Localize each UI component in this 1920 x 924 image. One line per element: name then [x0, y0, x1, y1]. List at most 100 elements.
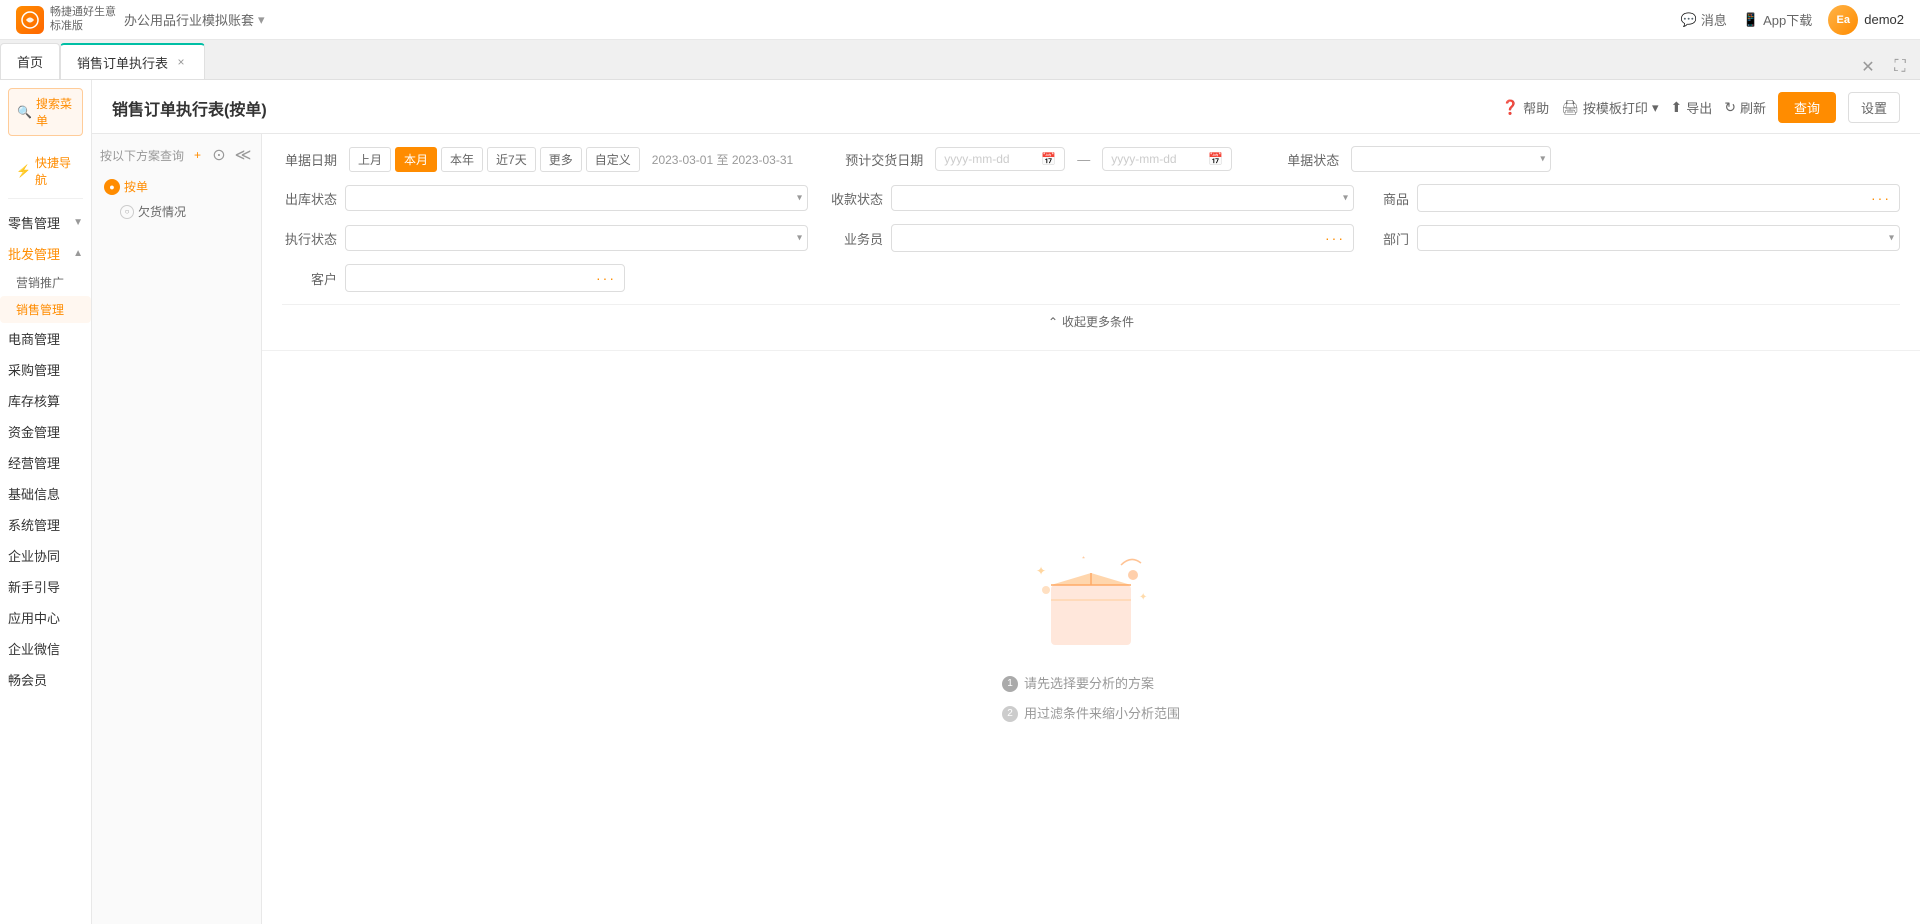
sidebar-item-system[interactable]: 系统管理 [0, 509, 91, 540]
svg-text:✦: ✦ [1036, 564, 1046, 578]
plan-item-label: 按单 [124, 178, 148, 195]
date-separator: — [1077, 152, 1090, 167]
plan-panel: 按以下方案查询 + ⊙ ≪ ● 按单 ○ 欠货情况 [92, 134, 262, 924]
forecast-date-end[interactable]: yyyy-mm-dd 📅 [1102, 147, 1232, 171]
sidebar-item-inventory[interactable]: 库存核算 [0, 385, 91, 416]
plan-circle-button[interactable]: ⊙ [209, 145, 229, 165]
collapse-filters-button[interactable]: ⌃ 收起更多条件 [282, 304, 1900, 338]
user-name: demo2 [1864, 12, 1904, 27]
dept-select[interactable] [1417, 225, 1900, 251]
sidebar-item-app-center[interactable]: 应用中心 [0, 602, 91, 633]
sidebar-item-enterprise[interactable]: 企业协同 [0, 540, 91, 571]
empty-text: 1 请先选择要分析的方案 2 用过滤条件来缩小分析范围 [1002, 671, 1180, 731]
sidebar-item-retail[interactable]: 零售管理 ▼ [0, 207, 91, 238]
avatar: Ea [1828, 5, 1858, 35]
customer-input[interactable]: ··· [345, 264, 625, 292]
product-input[interactable]: ··· [1417, 184, 1900, 212]
tab-home[interactable]: 首页 [0, 43, 60, 79]
top-header: 畅捷通好生意 标准版 办公用品行业模拟账套 ▾ 💬 消息 📱 App下载 Ea [0, 0, 1920, 40]
app-download-button[interactable]: 📱 App下载 [1743, 10, 1812, 29]
exec-wrap: ▾ [345, 225, 808, 251]
print-button[interactable]: 🖨 按模板打印 ▾ [1561, 98, 1658, 117]
page-actions: ❓ 帮助 🖨 按模板打印 ▾ ⬆ 导出 ↻ [1502, 92, 1900, 123]
sidebar-item-membership[interactable]: 畅会员 [0, 664, 91, 695]
query-button[interactable]: 查询 [1778, 92, 1836, 123]
right-panel: 销售订单执行表(按单) ❓ 帮助 🖨 按模板打印 ▾ ⬆ [92, 80, 1920, 924]
plan-item-main[interactable]: ● 按单 [100, 174, 253, 199]
refresh-button[interactable]: ↻ 刷新 [1724, 98, 1766, 117]
content-with-plan: 按以下方案查询 + ⊙ ≪ ● 按单 ○ 欠货情况 [92, 134, 1920, 924]
sidebar-item-quick-nav[interactable]: ⚡ 快捷导航 [8, 148, 83, 194]
sidebar-item-finance[interactable]: 资金管理 [0, 416, 91, 447]
filter-area: 单据日期 上月 本月 本年 近7天 更多 自定义 2023-03-01 至 20… [262, 134, 1920, 351]
collection-status-label: 收款状态 [828, 189, 883, 208]
breadcrumb-dropdown-icon[interactable]: ▾ [258, 12, 265, 28]
sidebar-group-retail: 零售管理 ▼ [0, 207, 91, 238]
sidebar-item-wholesale[interactable]: 批发管理 ▲ [0, 238, 91, 269]
page-title: 销售订单执行表(按单) [112, 96, 267, 120]
retail-expand-icon: ▼ [73, 217, 83, 228]
salesperson-input[interactable]: ··· [891, 224, 1354, 252]
help-icon: ❓ [1502, 99, 1519, 116]
sidebar-item-ecommerce[interactable]: 电商管理 [0, 323, 91, 354]
sidebar-item-sales[interactable]: 销售管理 [0, 296, 91, 323]
logo-text: 畅捷通好生意 标准版 [50, 6, 116, 32]
tab-expand-window-button[interactable]: ⛶ [1888, 55, 1912, 79]
svg-text:✦: ✦ [1139, 592, 1147, 603]
step-num-1: 1 [1002, 676, 1018, 692]
date-btn-this-year[interactable]: 本年 [441, 147, 483, 172]
forecast-date-start-icon: 📅 [1041, 152, 1056, 166]
exec-status-label: 执行状态 [282, 229, 337, 248]
date-btn-more[interactable]: 更多 [540, 147, 582, 172]
sidebar-item-guide[interactable]: 新手引导 [0, 571, 91, 602]
empty-state: ✦ ✦ ⋆ 1 请先选择要分析的方案 2 [262, 351, 1920, 924]
logo-icon [16, 6, 44, 34]
plan-add-button[interactable]: + [190, 144, 205, 166]
sidebar: 🔍 搜索菜单 ⚡ 快捷导航 零售管理 ▼ 批发管理 [0, 80, 92, 924]
settings-button[interactable]: 设置 [1848, 92, 1900, 123]
empty-illustration: ✦ ✦ ⋆ [1021, 545, 1161, 655]
customer-label: 客户 [282, 269, 337, 288]
sidebar-divider-1 [8, 198, 83, 199]
plan-add-icon: + [194, 148, 201, 162]
wholesale-expand-icon: ▲ [73, 248, 83, 259]
plan-collapse-button[interactable]: ≪ [233, 145, 253, 165]
filter-cell-dept: 部门 ▾ [1374, 224, 1900, 252]
tab-close-button[interactable]: × [174, 55, 188, 69]
plan-item-sub[interactable]: ○ 欠货情况 [100, 199, 253, 224]
collection-status-select[interactable] [891, 185, 1354, 211]
tab-bar: 首页 销售订单执行表 × ✕ ⛶ [0, 40, 1920, 80]
date-btn-7days[interactable]: 近7天 [487, 147, 536, 172]
forecast-date-start[interactable]: yyyy-mm-dd 📅 [935, 147, 1065, 171]
export-button[interactable]: ⬆ 导出 [1670, 98, 1712, 117]
date-btn-this-month[interactable]: 本月 [395, 147, 437, 172]
exec-status-select[interactable] [345, 225, 808, 251]
quick-nav-icon: ⚡ [16, 164, 31, 178]
message-button[interactable]: 💬 消息 [1681, 10, 1727, 29]
sidebar-item-operations[interactable]: 经营管理 [0, 447, 91, 478]
sidebar-search-area: 🔍 搜索菜单 [0, 80, 91, 144]
app-label: App下载 [1763, 10, 1812, 29]
sidebar-item-wechat[interactable]: 企业微信 [0, 633, 91, 664]
empty-step-1-text: 请先选择要分析的方案 [1024, 671, 1154, 697]
collection-wrap: ▾ [891, 185, 1354, 211]
date-btn-last-month[interactable]: 上月 [349, 147, 391, 172]
filter-cell-out-status: 出库状态 ▾ [282, 184, 808, 212]
date-label: 单据日期 [282, 150, 337, 169]
collapse-label: 收起更多条件 [1062, 313, 1134, 330]
user-area[interactable]: Ea demo2 [1828, 5, 1904, 35]
sidebar-item-marketing[interactable]: 营销推广 [0, 269, 91, 296]
header-left: 畅捷通好生意 标准版 办公用品行业模拟账套 ▾ [16, 6, 265, 34]
sidebar-item-purchase[interactable]: 采购管理 [0, 354, 91, 385]
tab-close-window-button[interactable]: ✕ [1856, 55, 1880, 79]
breadcrumb-text: 办公用品行业模拟账套 [124, 10, 254, 29]
out-status-select[interactable] [345, 185, 808, 211]
help-button[interactable]: ❓ 帮助 [1502, 98, 1549, 117]
search-menu-button[interactable]: 🔍 搜索菜单 [8, 88, 83, 136]
doc-status-select[interactable] [1351, 146, 1551, 172]
filter-and-result: 单据日期 上月 本月 本年 近7天 更多 自定义 2023-03-01 至 20… [262, 134, 1920, 924]
tab-sales-order[interactable]: 销售订单执行表 × [60, 43, 205, 79]
sidebar-item-basic-info[interactable]: 基础信息 [0, 478, 91, 509]
date-btn-custom[interactable]: 自定义 [586, 147, 640, 172]
plan-panel-header: 按以下方案查询 + ⊙ ≪ [100, 144, 253, 166]
